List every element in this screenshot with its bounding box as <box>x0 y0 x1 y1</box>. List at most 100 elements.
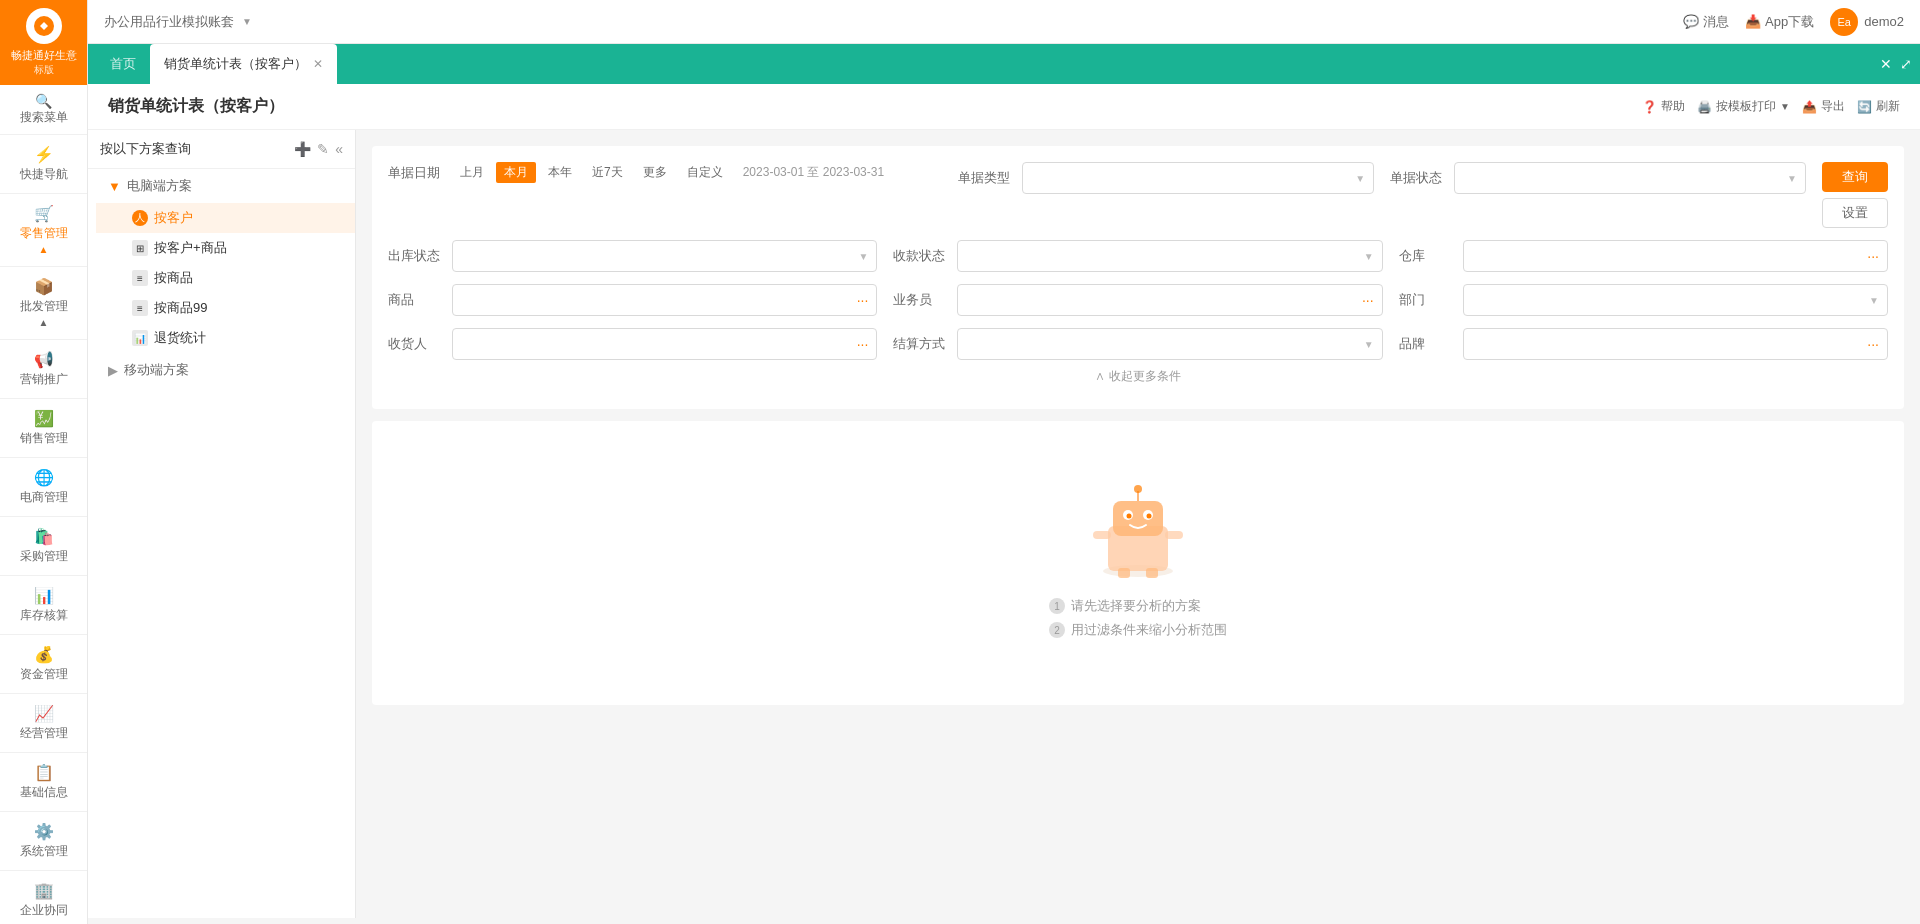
salesperson-label: 业务员 <box>893 291 949 309</box>
tab-sales-stats[interactable]: 销货单统计表（按客户） ✕ <box>150 44 337 84</box>
tree-group-mobile-header[interactable]: ▶ 移动端方案 <box>96 353 355 387</box>
collapse-bar[interactable]: ∧ 收起更多条件 <box>388 360 1888 393</box>
sidebar-item-retail[interactable]: 🛒 零售管理 ▲ <box>0 194 87 267</box>
dept-select[interactable]: ▼ <box>1463 284 1888 316</box>
export-action[interactable]: 📤 导出 <box>1802 98 1845 115</box>
date-tab-this-month[interactable]: 本月 <box>496 162 536 183</box>
tree-item-by-product-99[interactable]: ≡ 按商品99 <box>96 293 355 323</box>
tree-item-by-product[interactable]: ≡ 按商品 <box>96 263 355 293</box>
settings-btn[interactable]: 设置 <box>1822 198 1888 228</box>
product-select[interactable]: ··· <box>452 284 877 316</box>
doc-type-label: 单据类型 <box>958 169 1014 187</box>
out-status-arrow-icon: ▼ <box>858 251 868 262</box>
app-name: 畅捷通好生意 <box>11 48 77 63</box>
message-btn[interactable]: 💬 消息 <box>1683 13 1729 31</box>
by-product-label: 按商品 <box>154 269 193 287</box>
user-menu[interactable]: Ea demo2 <box>1830 8 1904 36</box>
tree-group-desktop-header[interactable]: ▼ 电脑端方案 <box>96 169 355 203</box>
brand-select[interactable]: ··· <box>1463 328 1888 360</box>
doc-status-label: 单据状态 <box>1390 169 1446 187</box>
doc-status-select[interactable]: ▼ <box>1454 162 1806 194</box>
product-item: 商品 ··· <box>388 284 877 316</box>
sidebar-item-ecommerce[interactable]: 🌐 电商管理 <box>0 458 87 517</box>
customer-scheme-icon: 人 <box>132 210 148 226</box>
nav-icon-ecommerce: 🌐 <box>4 468 83 487</box>
sidebar-item-search[interactable]: 🔍 搜索菜单 <box>0 85 87 135</box>
sidebar-item-basic-info[interactable]: 📋 基础信息 <box>0 753 87 812</box>
query-actions: 查询 设置 <box>1822 162 1888 228</box>
collapse-panel-btn[interactable]: « <box>335 141 343 157</box>
user-initials: Ea <box>1838 16 1851 28</box>
nav-icon-operations: 📈 <box>4 704 83 723</box>
pay-status-select[interactable]: ▼ <box>957 240 1382 272</box>
sidebar-item-wholesale[interactable]: 📦 批发管理 ▲ <box>0 267 87 340</box>
empty-hint-1: 1 请先选择要分析的方案 <box>1049 597 1227 615</box>
nav-icon-sales: 💹 <box>4 409 83 428</box>
hint-text-2: 用过滤条件来缩小分析范围 <box>1071 621 1227 639</box>
date-tab-custom[interactable]: 自定义 <box>679 162 731 183</box>
left-panel-actions: ➕ ✎ « <box>294 141 343 157</box>
warehouse-select[interactable]: ··· <box>1463 240 1888 272</box>
dept-label: 部门 <box>1399 291 1455 309</box>
print-action[interactable]: 🖨️ 按模板打印 ▼ <box>1697 98 1790 115</box>
recipient-select[interactable]: ··· <box>452 328 877 360</box>
tab-minimize-btn[interactable]: ✕ <box>1880 56 1892 72</box>
sidebar-item-quick-nav[interactable]: ⚡ 快捷导航 <box>0 135 87 194</box>
tab-home[interactable]: 首页 <box>96 44 150 84</box>
doc-type-select[interactable]: ▼ <box>1022 162 1374 194</box>
app-download-btn[interactable]: 📥 App下载 <box>1745 13 1814 31</box>
query-btn[interactable]: 查询 <box>1822 162 1888 192</box>
settlement-item: 结算方式 ▼ <box>893 328 1382 360</box>
tree-item-return-stats[interactable]: 📊 退货统计 <box>96 323 355 353</box>
sidebar-item-system[interactable]: ⚙️ 系统管理 <box>0 812 87 871</box>
date-tab-last7[interactable]: 近7天 <box>584 162 631 183</box>
tab-bar: 首页 销货单统计表（按客户） ✕ ✕ ⤢ <box>88 44 1920 84</box>
nav-icon-marketing: 📢 <box>4 350 83 369</box>
nav-icon-finance: 💰 <box>4 645 83 664</box>
user-avatar: Ea <box>1830 8 1858 36</box>
sidebar-item-enterprise[interactable]: 🏢 企业协同 <box>0 871 87 924</box>
left-panel-title: 按以下方案查询 <box>100 140 191 158</box>
left-panel: 按以下方案查询 ➕ ✎ « ▼ 电脑端方案 人 <box>88 130 356 918</box>
by-customer-label: 按客户 <box>154 209 193 227</box>
sidebar-item-purchase[interactable]: 🛍️ 采购管理 <box>0 517 87 576</box>
page-actions: ❓ 帮助 🖨️ 按模板打印 ▼ 📤 导出 🔄 刷新 <box>1642 98 1900 115</box>
date-tab-this-year[interactable]: 本年 <box>540 162 580 183</box>
refresh-label: 刷新 <box>1876 98 1900 115</box>
hint-num-2: 2 <box>1049 622 1065 638</box>
add-scheme-btn[interactable]: ➕ <box>294 141 311 157</box>
out-status-item: 出库状态 ▼ <box>388 240 877 272</box>
print-icon: 🖨️ <box>1697 100 1712 114</box>
refresh-icon: 🔄 <box>1857 100 1872 114</box>
tree-item-by-customer-product[interactable]: ⊞ 按客户+商品 <box>96 233 355 263</box>
download-icon: 📥 <box>1745 14 1761 29</box>
date-tab-more[interactable]: 更多 <box>635 162 675 183</box>
tab-close-icon[interactable]: ✕ <box>313 57 323 71</box>
salesperson-select[interactable]: ··· <box>957 284 1382 316</box>
filter-form: 单据日期 上月 本月 本年 近7天 更多 自定义 2023-03-01 至 20… <box>372 146 1904 409</box>
sidebar-item-marketing[interactable]: 📢 营销推广 <box>0 340 87 399</box>
tree-group-mobile: ▶ 移动端方案 <box>88 353 355 387</box>
sidebar-item-operations[interactable]: 📈 经营管理 <box>0 694 87 753</box>
refresh-action[interactable]: 🔄 刷新 <box>1857 98 1900 115</box>
two-pane-layout: 按以下方案查询 ➕ ✎ « ▼ 电脑端方案 人 <box>88 130 1920 918</box>
tree-expand-icon: ▼ <box>108 179 121 194</box>
settlement-select[interactable]: ▼ <box>957 328 1382 360</box>
sidebar-item-sales[interactable]: 💹 销售管理 <box>0 399 87 458</box>
salesperson-item: 业务员 ··· <box>893 284 1382 316</box>
sidebar-item-inventory[interactable]: 📊 库存核算 <box>0 576 87 635</box>
brand-label: 品牌 <box>1399 335 1455 353</box>
help-action[interactable]: ❓ 帮助 <box>1642 98 1685 115</box>
date-tab-last-month[interactable]: 上月 <box>452 162 492 183</box>
out-status-label: 出库状态 <box>388 247 444 265</box>
edit-scheme-btn[interactable]: ✎ <box>317 141 329 157</box>
tab-maximize-btn[interactable]: ⤢ <box>1900 56 1912 72</box>
sidebar-item-finance[interactable]: 💰 资金管理 <box>0 635 87 694</box>
top-header: 办公用品行业模拟账套 ▼ 💬 消息 📥 App下载 Ea demo2 <box>88 0 1920 44</box>
help-icon: ❓ <box>1642 100 1657 114</box>
out-status-select[interactable]: ▼ <box>452 240 877 272</box>
tree-item-by-customer[interactable]: 人 按客户 <box>96 203 355 233</box>
breadcrumb-dropdown-icon[interactable]: ▼ <box>242 16 252 27</box>
header-breadcrumb-area: 办公用品行业模拟账套 ▼ <box>104 13 252 31</box>
app-download-label: App下载 <box>1765 13 1814 31</box>
